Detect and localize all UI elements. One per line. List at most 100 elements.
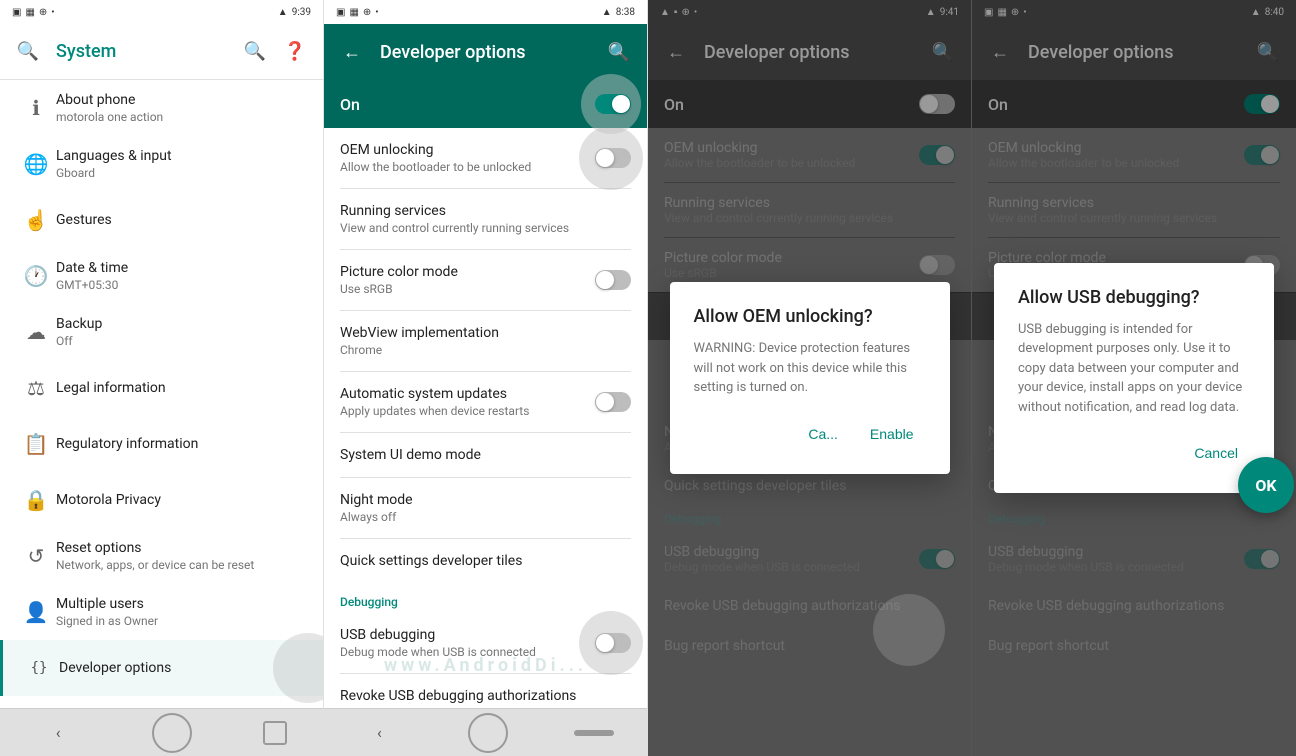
oem-dialog-title: Allow OEM unlocking?	[694, 306, 926, 327]
on-header-p2: On	[324, 80, 647, 128]
usb-dialog-title: Allow USB debugging?	[1018, 287, 1250, 308]
settings-list: ℹ About phone motorola one action 🌐 Lang…	[0, 80, 323, 708]
enable-circle-highlight	[873, 594, 945, 666]
settings-item-users[interactable]: 👤 Multiple users Signed in as Owner	[0, 584, 323, 640]
debugging-label-p2: Debugging	[324, 583, 647, 613]
settings-item-datetime[interactable]: 🕐 Date & time GMT+05:30	[0, 248, 323, 304]
settings-item-about[interactable]: ℹ About phone motorola one action	[0, 80, 323, 136]
motorola-content: Motorola Privacy	[56, 492, 307, 508]
autoupdate-title-p2: Automatic system updates	[340, 386, 529, 402]
developer-options-panel-light: ▣ ▦ ⊕ • ▲ 8:38 ← Developer options 🔍 On …	[324, 0, 648, 756]
more-icon-p2: •	[375, 7, 378, 18]
oem-dialog-actions: Ca... Enable	[694, 418, 926, 450]
settings-item-motorola[interactable]: 🔒 Motorola Privacy	[0, 472, 323, 528]
legal-content: Legal information	[56, 380, 307, 396]
dev-item-oem-p2[interactable]: OEM unlocking Allow the bootloader to be…	[324, 128, 647, 188]
revoke-title-p2: Revoke USB debugging authorizations	[340, 688, 631, 704]
page-title-p1: System	[56, 41, 227, 62]
usb-toggle-p2[interactable]	[595, 633, 631, 653]
dev-settings-list-p2: OEM unlocking Allow the bootloader to be…	[324, 128, 647, 708]
help-icon-p1[interactable]: ❓	[283, 40, 307, 64]
usb-dialog-body: USB debugging is intended for developmen…	[1018, 320, 1250, 418]
dev-item-running-p2[interactable]: Running services View and control curren…	[324, 189, 647, 249]
back-btn-p1[interactable]: ‹	[36, 715, 81, 750]
dot-icon-p1: •	[51, 7, 54, 18]
regulatory-content: Regulatory information	[56, 436, 307, 452]
backup-content: Backup Off	[56, 316, 307, 348]
datetime-icon: 🕐	[16, 264, 56, 288]
settings-item-developer[interactable]: {} Developer options	[0, 640, 323, 696]
quicktiles-title-p2: Quick settings developer tiles	[340, 553, 631, 569]
settings-item-regulatory[interactable]: 📋 Regulatory information	[0, 416, 323, 472]
gestures-icon: ☝	[16, 208, 56, 232]
developer-options-panel-oem-dialog: ▲ ▪ ⊕ • ▲ 9:41 ← Developer options 🔍 On …	[648, 0, 972, 756]
settings-item-backup[interactable]: ☁ Backup Off	[0, 304, 323, 360]
dev-item-usb-p2[interactable]: USB debugging Debug mode when USB is con…	[324, 613, 647, 673]
reset-content: Reset options Network, apps, or device c…	[56, 540, 307, 572]
recents-btn-p2[interactable]	[574, 730, 614, 736]
oem-dialog-body: WARNING: Device protection features will…	[694, 339, 926, 398]
languages-subtitle: Gboard	[56, 166, 307, 180]
autoupdate-toggle-p2[interactable]	[595, 392, 631, 412]
time-p2: 8:38	[616, 7, 635, 18]
notification-icon-p1: ▣	[12, 7, 21, 18]
search-icon-p1[interactable]: 🔍	[16, 40, 40, 64]
usb-subtitle-p2: Debug mode when USB is connected	[340, 645, 536, 659]
usb-dialog-overlay: Allow USB debugging? USB debugging is in…	[972, 0, 1296, 756]
users-title: Multiple users	[56, 596, 307, 612]
status-icons-left-p1: ▣ ▦ ⊕ •	[12, 7, 55, 18]
backup-title: Backup	[56, 316, 307, 332]
settings-item-systemupdate[interactable]: 📱 System updates Updated to Android 9	[0, 696, 323, 708]
dev-item-demo-p2[interactable]: System UI demo mode	[324, 433, 647, 477]
languages-icon: 🌐	[16, 152, 56, 176]
system-settings-panel: ▣ ▦ ⊕ • ▲ 9:39 🔍 System 🔍 ❓ ℹ About phon…	[0, 0, 324, 756]
datetime-title: Date & time	[56, 260, 307, 276]
nav-bar-p1: ‹	[0, 708, 323, 756]
search-icon-p2[interactable]: 🔍	[607, 40, 631, 64]
gestures-content: Gestures	[56, 212, 307, 228]
oem-subtitle-p2: Allow the bootloader to be unlocked	[340, 160, 531, 174]
settings-item-languages[interactable]: 🌐 Languages & input Gboard	[0, 136, 323, 192]
regulatory-title: Regulatory information	[56, 436, 307, 452]
about-icon: ℹ	[16, 96, 56, 120]
dev-item-autoupdate-p2[interactable]: Automatic system updates Apply updates w…	[324, 372, 647, 432]
color-title-p2: Picture color mode	[340, 264, 458, 280]
home-btn-p2[interactable]	[468, 713, 508, 753]
settings-item-reset[interactable]: ↺ Reset options Network, apps, or device…	[0, 528, 323, 584]
datetime-content: Date & time GMT+05:30	[56, 260, 307, 292]
settings-item-gestures[interactable]: ☝ Gestures	[0, 192, 323, 248]
settings-item-legal[interactable]: ⚖ Legal information	[0, 360, 323, 416]
dev-item-quicktiles-p2[interactable]: Quick settings developer tiles	[324, 539, 647, 583]
back-btn-p2[interactable]: ‹	[357, 715, 402, 750]
color-toggle-p2[interactable]	[595, 270, 631, 290]
home-btn-p1[interactable]	[152, 713, 192, 753]
status-icons-right-p2: ▲ 8:38	[602, 7, 635, 18]
users-icon: 👤	[16, 600, 56, 624]
status-icons-left-p2: ▣ ▦ ⊕ •	[336, 7, 379, 18]
color-subtitle-p2: Use sRGB	[340, 282, 458, 296]
dev-item-color-p2[interactable]: Picture color mode Use sRGB	[324, 250, 647, 310]
search-btn-p1[interactable]: 🔍	[243, 40, 267, 64]
dev-item-revoke-p2[interactable]: Revoke USB debugging authorizations	[324, 674, 647, 708]
oem-cancel-btn[interactable]: Ca...	[796, 418, 850, 450]
developer-toggle-p2[interactable]	[595, 94, 631, 114]
usb-dialog: Allow USB debugging? USB debugging is in…	[994, 263, 1274, 494]
status-bar-p1: ▣ ▦ ⊕ • ▲ 9:39	[0, 0, 323, 24]
oem-toggle-p2[interactable]	[595, 148, 631, 168]
lock-icon-p2: ⊕	[363, 7, 371, 18]
lock-icon-p1: ⊕	[39, 7, 47, 18]
time-p1: 9:39	[292, 7, 311, 18]
recents-btn-p1[interactable]	[263, 721, 287, 745]
datetime-subtitle: GMT+05:30	[56, 278, 307, 292]
back-icon-p2[interactable]: ←	[340, 40, 364, 64]
dev-item-night-p2[interactable]: Night mode Always off	[324, 478, 647, 538]
sd-icon-p1: ▦	[25, 7, 34, 18]
wifi-icon-p2: ▲	[602, 7, 612, 18]
usb-ok-btn[interactable]: OK	[1238, 457, 1294, 513]
motorola-title: Motorola Privacy	[56, 492, 307, 508]
reset-title: Reset options	[56, 540, 307, 556]
developer-options-panel-usb-dialog: ▣ ▦ ⊕ • ▲ 8:40 ← Developer options 🔍 On …	[972, 0, 1296, 756]
usb-cancel-btn[interactable]: Cancel	[1182, 437, 1250, 469]
oem-enable-btn[interactable]: Enable	[858, 418, 926, 450]
dev-item-webview-p2[interactable]: WebView implementation Chrome	[324, 311, 647, 371]
